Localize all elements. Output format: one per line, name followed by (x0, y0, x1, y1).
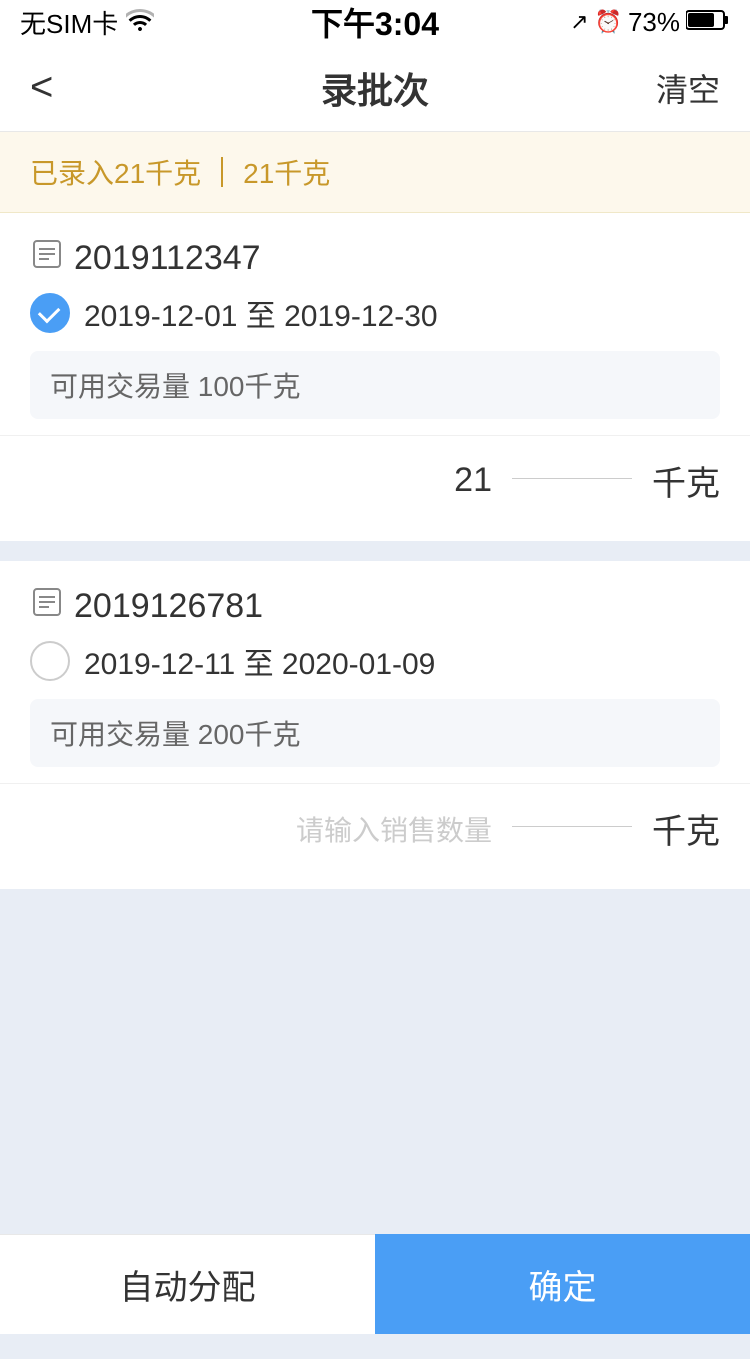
back-button[interactable]: < (30, 65, 53, 110)
batch-1-id: 2019112347 (74, 239, 261, 278)
batch-2-header: 2019126781 2019-12-11 至 2020-01-09 可用交易量… (0, 561, 750, 767)
alarm-icon: ⏰ (595, 9, 622, 35)
status-left: 无SIM卡 (20, 4, 154, 41)
batch-card-1: 2019112347 2019-12-01 至 2019-12-30 可用交易量… (0, 213, 750, 541)
status-bar: 无SIM卡 下午3:04 ↗ ⏰ 73% (0, 0, 750, 44)
batch-1-quantity: 21 (454, 461, 492, 500)
battery-icon (686, 7, 730, 38)
recorded-label: 已录入21千克 (30, 152, 201, 192)
clear-button[interactable]: 清空 (656, 65, 720, 111)
batch-2-quantity-row: 请输入销售数量 千克 (0, 783, 750, 873)
wifi-icon (126, 7, 154, 38)
batch-1-available: 可用交易量 100千克 (30, 351, 720, 419)
bottom-actions: 自动分配 确定 (0, 1234, 750, 1334)
batch-1-date: 2019-12-01 至 2019-12-30 (84, 291, 438, 335)
nav-bar: < 录批次 清空 (0, 44, 750, 132)
status-right: ↗ ⏰ 73% (570, 7, 730, 38)
batch-1-quantity-row: 21 千克 (0, 435, 750, 525)
confirm-button[interactable]: 确定 (375, 1234, 750, 1334)
section-separator-1 (0, 541, 750, 561)
batch-icon-1 (30, 237, 64, 279)
section-separator-2 (0, 889, 750, 909)
batch-icon-2 (30, 585, 64, 627)
batch-1-date-row[interactable]: 2019-12-01 至 2019-12-30 (30, 291, 720, 335)
batch-1-unit: 千克 (652, 456, 720, 505)
batch-2-available: 可用交易量 200千克 (30, 699, 720, 767)
location-icon: ↗ (570, 9, 588, 35)
batch-card-2: 2019126781 2019-12-11 至 2020-01-09 可用交易量… (0, 561, 750, 889)
batch-1-id-row: 2019112347 (30, 237, 720, 279)
battery-text: 73% (628, 7, 680, 38)
batch-2-radio[interactable] (30, 641, 70, 681)
batch-2-unit: 千克 (652, 804, 720, 853)
batch-1-radio[interactable] (30, 293, 70, 333)
recorded-value: 21千克 (243, 152, 330, 192)
batch-2-input-placeholder[interactable]: 请输入销售数量 (296, 809, 492, 849)
status-time: 下午3:04 (311, 0, 439, 45)
batch-2-id-row: 2019126781 (30, 585, 720, 627)
info-banner: 已录入21千克 21千克 (0, 132, 750, 213)
batch-2-date-row[interactable]: 2019-12-11 至 2020-01-09 (30, 639, 720, 683)
info-divider (221, 157, 223, 187)
page-title: 录批次 (321, 62, 429, 114)
carrier-text: 无SIM卡 (20, 4, 118, 41)
batch-2-date: 2019-12-11 至 2020-01-09 (84, 639, 435, 683)
batch-2-id: 2019126781 (74, 587, 263, 626)
auto-distribute-button[interactable]: 自动分配 (0, 1234, 375, 1334)
batch-1-header: 2019112347 2019-12-01 至 2019-12-30 可用交易量… (0, 213, 750, 419)
